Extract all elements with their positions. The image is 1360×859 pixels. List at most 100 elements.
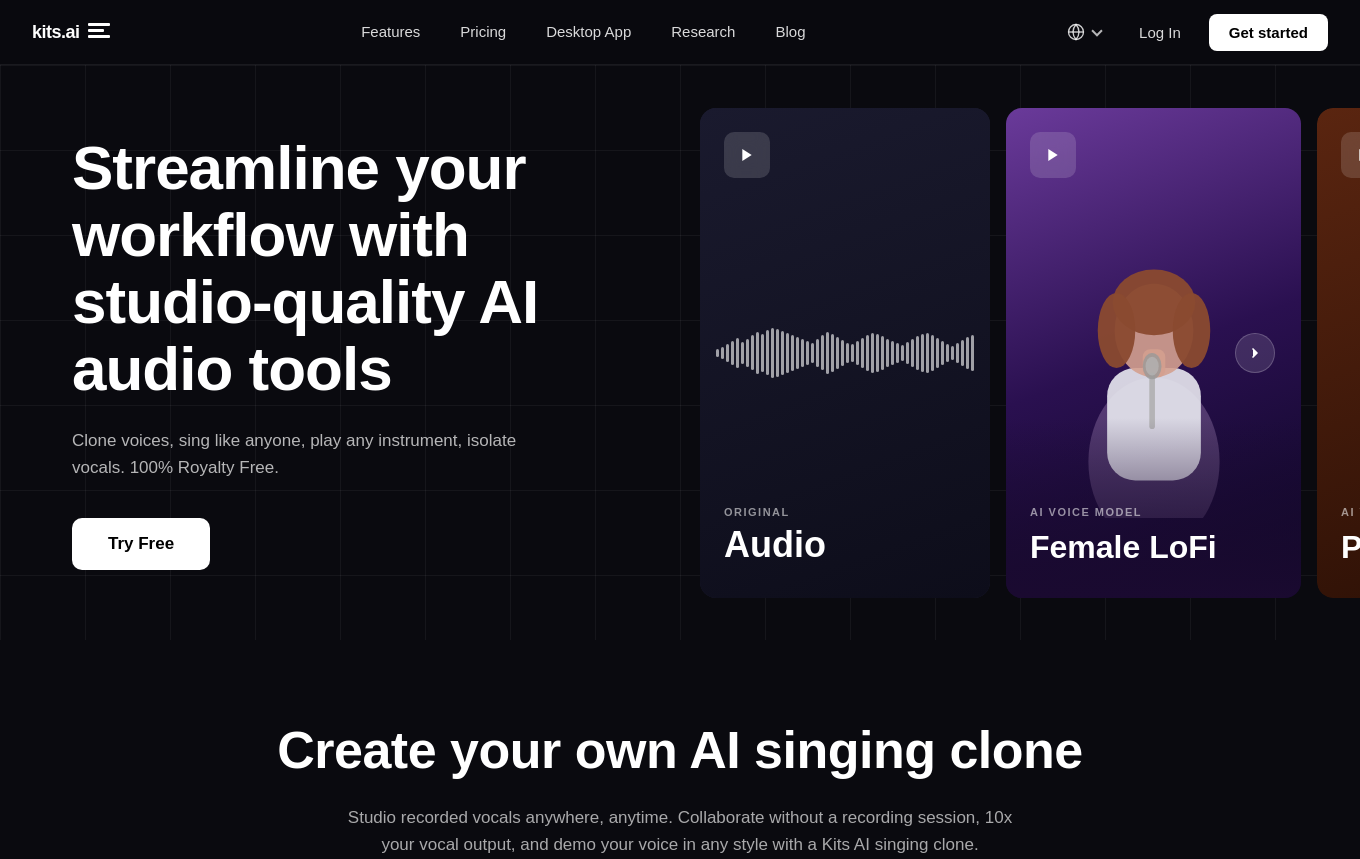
- waveform-bar: [806, 341, 809, 365]
- play-icon-voice: [1045, 147, 1061, 163]
- globe-icon: [1067, 23, 1085, 41]
- login-link[interactable]: Log In: [1123, 16, 1197, 49]
- play-button-partial[interactable]: [1341, 132, 1360, 178]
- waveform-display: [700, 323, 990, 383]
- bottom-subtitle: Studio recorded vocals anywhere, anytime…: [340, 804, 1020, 858]
- waveform-bar: [901, 345, 904, 361]
- waveform-bar: [906, 342, 909, 364]
- hero-subtitle: Clone voices, sing like anyone, play any…: [72, 427, 548, 481]
- card-original-bg: ORIGINAL Audio: [700, 108, 990, 598]
- waveform-bar: [746, 339, 749, 367]
- waveform-bar: [826, 332, 829, 374]
- waveform-bar: [766, 330, 769, 375]
- logo-text: kits.ai: [32, 22, 80, 43]
- waveform-bar: [791, 335, 794, 371]
- svg-marker-1: [742, 149, 751, 161]
- waveform-bar: [916, 336, 919, 370]
- svg-marker-12: [1048, 149, 1057, 161]
- waveform-bar: [841, 340, 844, 366]
- chevron-right-icon: [1247, 345, 1263, 361]
- waveform-bar: [771, 328, 774, 378]
- svg-point-7: [1097, 293, 1135, 368]
- waveform-bar: [811, 343, 814, 363]
- play-button-voice[interactable]: [1030, 132, 1076, 178]
- waveform-bar: [716, 349, 719, 357]
- waveform-bar: [776, 329, 779, 377]
- card-partial-main-label: Po...: [1341, 529, 1360, 566]
- hero-section: Streamline your workflow with studio-qua…: [0, 0, 1360, 640]
- nav-item-research[interactable]: Research: [655, 23, 751, 41]
- play-icon-original: [739, 147, 755, 163]
- logo-link[interactable]: kits.ai: [32, 22, 110, 43]
- waveform-bar: [741, 342, 744, 364]
- waveform-bar: [866, 335, 869, 371]
- waveform-bar: [886, 339, 889, 367]
- card-partial: AI V... Po...: [1317, 108, 1360, 598]
- nav-right: Log In Get started: [1057, 14, 1328, 51]
- card-voice-main-label: Female LoFi: [1030, 529, 1217, 566]
- hero-content: Streamline your workflow with studio-qua…: [0, 75, 620, 629]
- nav-item-blog[interactable]: Blog: [759, 23, 821, 41]
- waveform-bar: [831, 334, 834, 372]
- waveform-bar: [761, 334, 764, 372]
- svg-point-11: [1145, 356, 1158, 375]
- waveform-bar: [911, 339, 914, 367]
- try-free-button[interactable]: Try Free: [72, 518, 210, 570]
- waveform-bar: [786, 333, 789, 373]
- nav-link-pricing[interactable]: Pricing: [444, 15, 522, 48]
- globe-button[interactable]: [1057, 17, 1111, 47]
- waveform-bar: [971, 335, 974, 371]
- chevron-down-icon: [1091, 25, 1102, 36]
- nav-links: Features Pricing Desktop App Research Bl…: [345, 23, 821, 41]
- waveform-bar: [941, 341, 944, 365]
- card-original: ORIGINAL Audio: [700, 108, 990, 598]
- nav-link-blog[interactable]: Blog: [759, 15, 821, 48]
- waveform-bar: [896, 343, 899, 363]
- next-arrow-button[interactable]: [1235, 333, 1275, 373]
- play-icon-partial: [1356, 147, 1360, 163]
- card-partial-type-label: AI V...: [1341, 506, 1360, 518]
- waveform-bar: [956, 343, 959, 363]
- waveform-bar: [936, 338, 939, 368]
- logo-icon: [88, 23, 110, 41]
- waveform-bar: [951, 346, 954, 360]
- nav-item-features[interactable]: Features: [345, 23, 436, 41]
- waveform-bar: [816, 339, 819, 367]
- waveform-bar: [781, 331, 784, 375]
- waveform-bar: [931, 335, 934, 371]
- card-original-type-label: ORIGINAL: [724, 506, 790, 518]
- waveform-bar: [876, 334, 879, 372]
- waveform-bar: [726, 344, 729, 362]
- waveform-bar: [721, 347, 724, 359]
- waveform-bar: [801, 339, 804, 367]
- waveform-bar: [851, 344, 854, 362]
- waveform-bar: [796, 337, 799, 369]
- nav-link-research[interactable]: Research: [655, 15, 751, 48]
- nav-item-pricing[interactable]: Pricing: [444, 23, 522, 41]
- waveform-bar: [881, 336, 884, 370]
- waveform-bar: [966, 337, 969, 369]
- get-started-button[interactable]: Get started: [1209, 14, 1328, 51]
- nav-item-desktop[interactable]: Desktop App: [530, 23, 647, 41]
- waveform-bar: [961, 340, 964, 366]
- svg-point-8: [1172, 293, 1210, 368]
- waveform-bar: [756, 332, 759, 374]
- nav-link-features[interactable]: Features: [345, 15, 436, 48]
- card-voice-type-label: AI VOICE MODEL: [1030, 506, 1142, 518]
- navbar: kits.ai Features Pricing Desktop App Res…: [0, 0, 1360, 65]
- waveform-bar: [891, 341, 894, 365]
- waveform-bar: [751, 335, 754, 370]
- play-button-original[interactable]: [724, 132, 770, 178]
- waveform-bar: [736, 338, 739, 368]
- waveform-bar: [946, 344, 949, 362]
- waveform-bar: [856, 341, 859, 365]
- hero-cards: ORIGINAL Audio: [680, 65, 1360, 640]
- nav-link-desktop[interactable]: Desktop App: [530, 15, 647, 48]
- waveform-bar: [871, 333, 874, 373]
- waveform-bar: [926, 333, 929, 373]
- card-original-main-label: Audio: [724, 524, 826, 566]
- waveform-bar: [921, 334, 924, 372]
- waveform-bar: [861, 338, 864, 368]
- bottom-section: Create your own AI singing clone Studio …: [0, 640, 1360, 859]
- waveform-bar: [821, 335, 824, 370]
